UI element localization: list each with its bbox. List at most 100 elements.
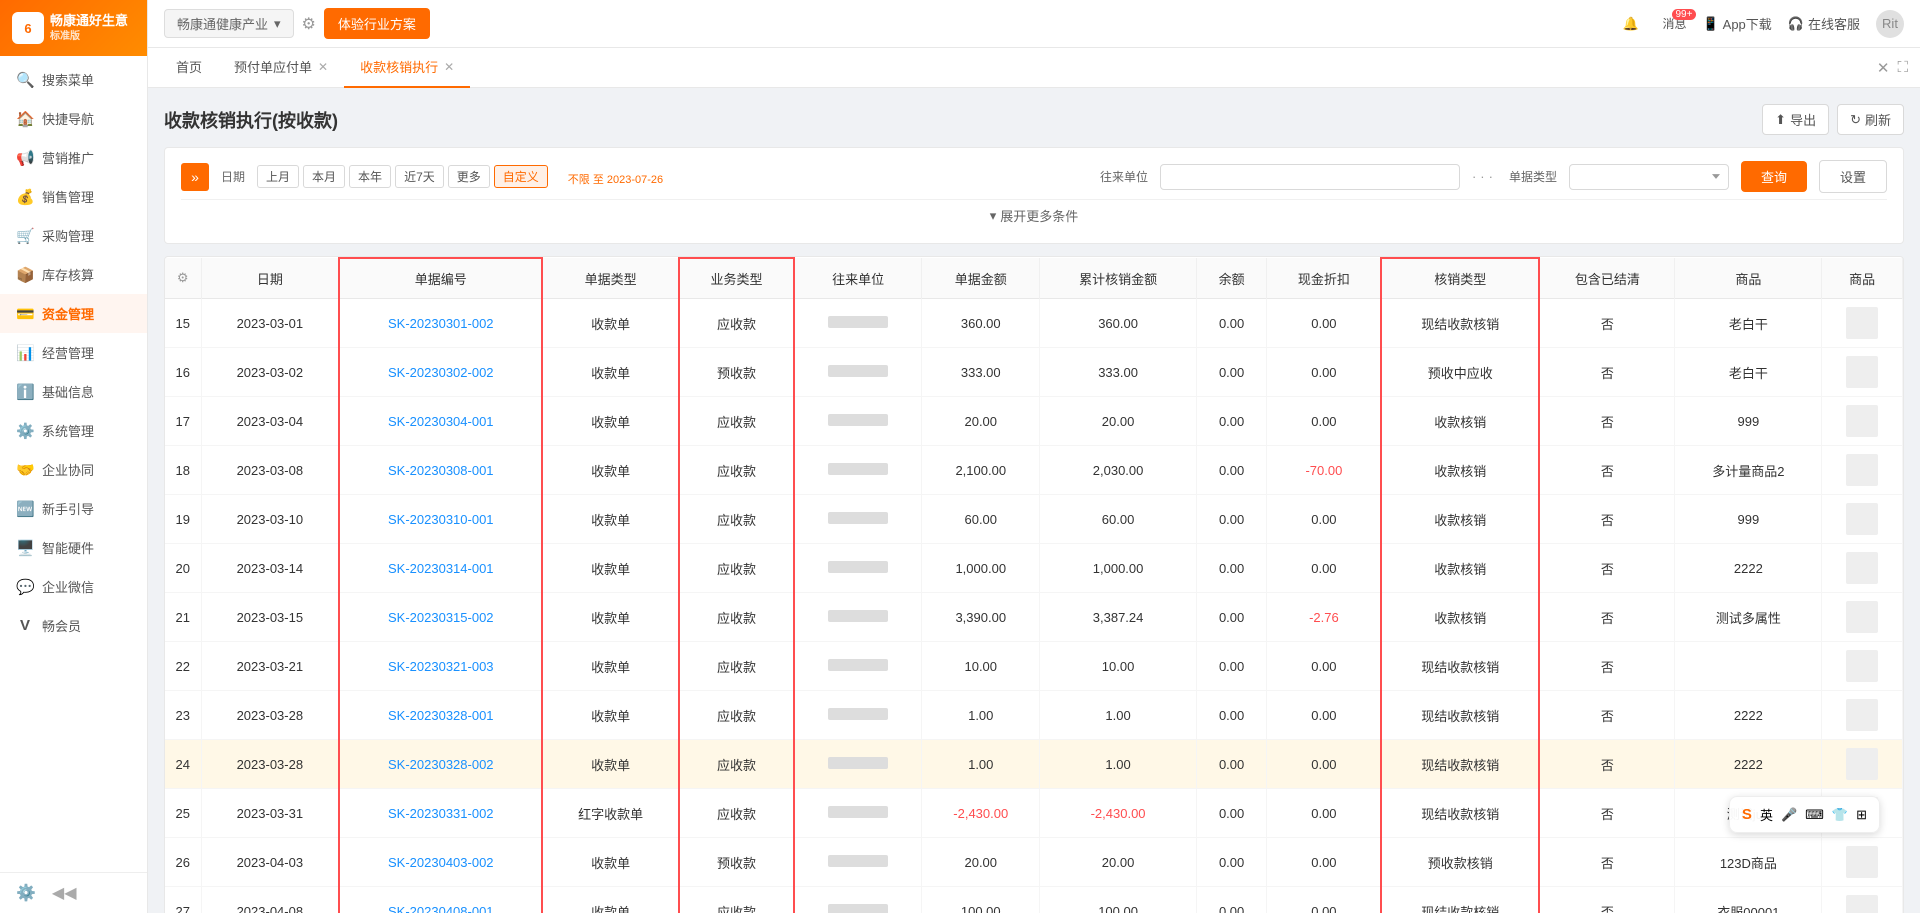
collapse-icon[interactable]: ◀◀ bbox=[52, 883, 77, 903]
cell-no: 22 bbox=[165, 642, 201, 691]
sidebar-item-system[interactable]: ⚙️ 系统管理 bbox=[0, 411, 147, 450]
cell-include-settled: 否 bbox=[1539, 740, 1675, 789]
tab-collection[interactable]: 收款核销执行 ✕ bbox=[344, 48, 470, 88]
cell-product2 bbox=[1822, 691, 1903, 740]
table-row: 26 2023-04-03 SK-20230403-002 收款单 预收款 20… bbox=[165, 838, 1903, 887]
table-row: 16 2023-03-02 SK-20230302-002 收款单 预收款 33… bbox=[165, 348, 1903, 397]
user-avatar[interactable]: Rit bbox=[1876, 10, 1904, 38]
export-button[interactable]: ⬆ 导出 bbox=[1762, 104, 1829, 135]
cell-bill-no: SK-20230302-002 bbox=[339, 348, 542, 397]
float-grid-icon[interactable]: ⊞ bbox=[1856, 807, 1867, 823]
cell-date: 2023-04-08 bbox=[201, 887, 339, 913]
cell-biz-type: 预收款 bbox=[679, 348, 794, 397]
cell-date: 2023-03-10 bbox=[201, 495, 339, 544]
inventory-icon: 📦 bbox=[16, 266, 34, 284]
bill-type-select[interactable] bbox=[1569, 164, 1729, 190]
sidebar-item-guide[interactable]: 🆕 新手引导 bbox=[0, 489, 147, 528]
notification-bell[interactable]: 🔔 99+ 消息 bbox=[1623, 15, 1687, 32]
filter-setting-button[interactable]: 设置 bbox=[1819, 160, 1887, 193]
sidebar-item-quick-nav[interactable]: 🏠 快捷导航 bbox=[0, 99, 147, 138]
table-row: 25 2023-03-31 SK-20230331-002 红字收款单 应收款 … bbox=[165, 789, 1903, 838]
more-date-btn[interactable]: 更多 bbox=[448, 165, 490, 188]
expand-more-conditions[interactable]: ▾ 展开更多条件 bbox=[181, 199, 1887, 231]
sidebar-item-enterprise[interactable]: 🤝 企业协同 bbox=[0, 450, 147, 489]
table-settings-icon[interactable]: ⚙ bbox=[177, 270, 189, 285]
cell-partner bbox=[794, 642, 921, 691]
sidebar-item-search[interactable]: 🔍 搜索菜单 bbox=[0, 60, 147, 99]
cell-product2 bbox=[1822, 642, 1903, 691]
system-icon: ⚙️ bbox=[16, 422, 34, 440]
sidebar-item-wechat[interactable]: 💬 企业微信 bbox=[0, 567, 147, 606]
cell-verify-type: 收款核销 bbox=[1381, 495, 1539, 544]
last-7-days-btn[interactable]: 近7天 bbox=[395, 165, 444, 188]
float-shirt-icon[interactable]: 👕 bbox=[1832, 807, 1848, 823]
cell-accum-amount: 20.00 bbox=[1040, 838, 1196, 887]
cell-cash-discount: 0.00 bbox=[1267, 691, 1381, 740]
th-accum-amount: 累计核销金额 bbox=[1040, 258, 1196, 299]
cell-include-settled: 否 bbox=[1539, 544, 1675, 593]
sidebar-item-basic[interactable]: ℹ️ 基础信息 bbox=[0, 372, 147, 411]
cell-accum-amount: 360.00 bbox=[1040, 299, 1196, 348]
th-settings[interactable]: ⚙ bbox=[165, 258, 201, 299]
this-month-btn[interactable]: 本月 bbox=[303, 165, 345, 188]
sidebar-item-member[interactable]: V 畅会员 bbox=[0, 606, 147, 645]
table-row: 17 2023-03-04 SK-20230304-001 收款单 应收款 20… bbox=[165, 397, 1903, 446]
sidebar-item-finance[interactable]: 💳 资金管理 bbox=[0, 294, 147, 333]
home-icon: 🏠 bbox=[16, 110, 34, 128]
cell-bill-type: 红字收款单 bbox=[542, 789, 679, 838]
cell-bill-no: SK-20230328-002 bbox=[339, 740, 542, 789]
online-service-btn[interactable]: 🎧 在线客服 bbox=[1788, 14, 1860, 33]
refresh-button[interactable]: ↻ 刷新 bbox=[1837, 104, 1904, 135]
sidebar-item-label: 智能硬件 bbox=[42, 538, 94, 557]
th-balance: 余额 bbox=[1196, 258, 1267, 299]
cell-date: 2023-03-15 bbox=[201, 593, 339, 642]
cell-include-settled: 否 bbox=[1539, 838, 1675, 887]
cell-product2 bbox=[1822, 397, 1903, 446]
query-button[interactable]: 查询 bbox=[1741, 161, 1807, 192]
cell-partner bbox=[794, 789, 921, 838]
sidebar-item-inventory[interactable]: 📦 库存核算 bbox=[0, 255, 147, 294]
sidebar-item-purchase[interactable]: 🛒 采购管理 bbox=[0, 216, 147, 255]
app-download-btn[interactable]: 📱 App下载 bbox=[1702, 14, 1771, 33]
company-selector[interactable]: 畅康通健康产业 ▾ bbox=[164, 9, 294, 38]
settings-gear-icon[interactable]: ⚙ bbox=[302, 14, 316, 34]
cell-include-settled: 否 bbox=[1539, 593, 1675, 642]
sidebar-item-hardware[interactable]: 🖥️ 智能硬件 bbox=[0, 528, 147, 567]
last-month-btn[interactable]: 上月 bbox=[257, 165, 299, 188]
filter-expand-btn[interactable]: » bbox=[181, 163, 209, 191]
sidebar-item-marketing[interactable]: 📢 营销推广 bbox=[0, 138, 147, 177]
cell-date: 2023-03-02 bbox=[201, 348, 339, 397]
tab-prepay-close[interactable]: ✕ bbox=[318, 60, 328, 74]
this-year-btn[interactable]: 本年 bbox=[349, 165, 391, 188]
tab-prepay[interactable]: 预付单应付单 ✕ bbox=[218, 48, 344, 88]
tab-collection-close[interactable]: ✕ bbox=[444, 60, 454, 74]
partner-input[interactable] bbox=[1160, 164, 1460, 190]
sidebar-item-sales[interactable]: 💰 销售管理 bbox=[0, 177, 147, 216]
cell-product1: 测试多属性 bbox=[1675, 593, 1822, 642]
cell-partner bbox=[794, 838, 921, 887]
float-mic-icon[interactable]: 🎤 bbox=[1781, 807, 1797, 823]
cell-include-settled: 否 bbox=[1539, 348, 1675, 397]
float-keyboard-icon[interactable]: ⌨ bbox=[1805, 807, 1824, 823]
cell-verify-type: 预收中应收 bbox=[1381, 348, 1539, 397]
tab-home[interactable]: 首页 bbox=[160, 48, 218, 88]
cell-accum-amount: 3,387.24 bbox=[1040, 593, 1196, 642]
cell-balance: 0.00 bbox=[1196, 446, 1267, 495]
cell-bill-type: 收款单 bbox=[542, 887, 679, 913]
cell-partner bbox=[794, 446, 921, 495]
date-filter-label: 日期 bbox=[221, 168, 245, 185]
sidebar-item-operations[interactable]: 📊 经营管理 bbox=[0, 333, 147, 372]
solution-button[interactable]: 体验行业方案 bbox=[324, 8, 430, 39]
cell-bill-type: 收款单 bbox=[542, 446, 679, 495]
cell-partner bbox=[794, 495, 921, 544]
expand-icon[interactable]: ⛶ bbox=[1897, 59, 1908, 76]
more-filters-dots[interactable]: ··· bbox=[1472, 169, 1497, 184]
cell-no: 24 bbox=[165, 740, 201, 789]
cell-product1 bbox=[1675, 642, 1822, 691]
settings-icon[interactable]: ⚙️ bbox=[16, 883, 36, 903]
custom-date-btn[interactable]: 自定义 bbox=[494, 165, 548, 188]
close-all-icon[interactable]: ✕ bbox=[1877, 59, 1890, 77]
float-label[interactable]: 英 bbox=[1760, 805, 1773, 824]
table-row: 27 2023-04-08 SK-20230408-001 收款单 应收款 10… bbox=[165, 887, 1903, 913]
cell-cash-discount: 0.00 bbox=[1267, 887, 1381, 913]
